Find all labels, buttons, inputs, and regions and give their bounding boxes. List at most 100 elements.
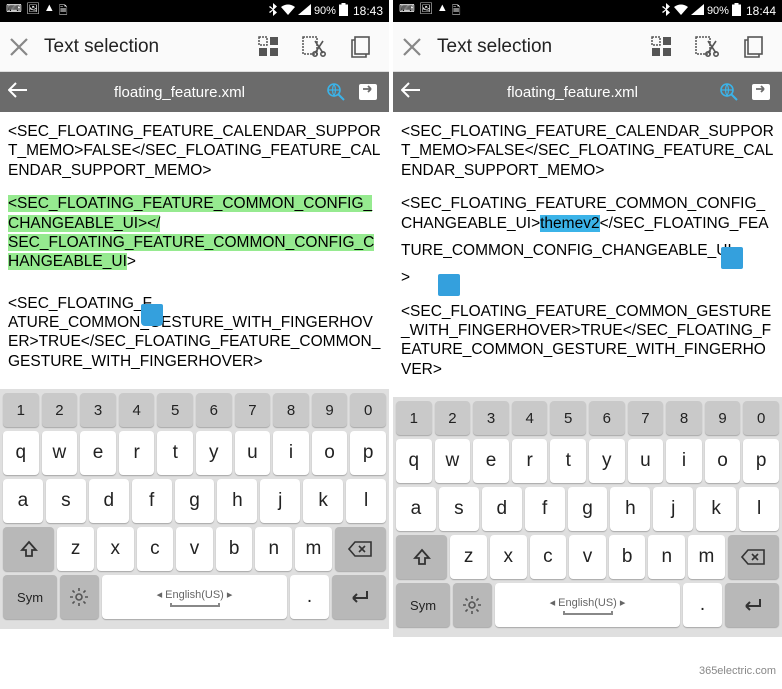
key-i[interactable]: i <box>666 439 702 483</box>
key-r[interactable]: r <box>119 431 155 475</box>
back-icon[interactable] <box>8 82 36 103</box>
cut-icon[interactable] <box>688 27 728 67</box>
editor-content[interactable]: <SEC_FLOATING_FEATURE_CALENDAR_SUPPORT_M… <box>0 112 389 389</box>
key-o[interactable]: o <box>312 431 348 475</box>
key-1[interactable]: 1 <box>396 401 432 435</box>
key-g[interactable]: g <box>175 479 215 523</box>
xml-block-3[interactable]: <SEC_FLOATING_FEATURE_COMMON_GESTURE_WIT… <box>401 302 774 380</box>
xml-block-3[interactable]: <SEC_FLOATING_FATURE_COMMON_GESTURE_WITH… <box>8 286 381 372</box>
key-7[interactable]: 7 <box>235 393 271 427</box>
key-4[interactable]: 4 <box>512 401 548 435</box>
key-s[interactable]: s <box>46 479 86 523</box>
dot-key[interactable]: . <box>683 583 722 627</box>
close-icon[interactable] <box>8 36 40 58</box>
key-z[interactable]: z <box>450 535 487 579</box>
key-4[interactable]: 4 <box>119 393 155 427</box>
key-f[interactable]: f <box>525 487 565 531</box>
enter-key[interactable] <box>725 583 779 627</box>
xml-block-1[interactable]: <SEC_FLOATING_FEATURE_CALENDAR_SUPPORT_M… <box>401 122 774 180</box>
key-1[interactable]: 1 <box>3 393 39 427</box>
key-u[interactable]: u <box>628 439 664 483</box>
xml-block-1[interactable]: <SEC_FLOATING_FEATURE_CALENDAR_SUPPORT_M… <box>8 122 381 180</box>
shift-key[interactable] <box>3 527 54 571</box>
key-h[interactable]: h <box>217 479 257 523</box>
key-i[interactable]: i <box>273 431 309 475</box>
key-u[interactable]: u <box>235 431 271 475</box>
key-d[interactable]: d <box>482 487 522 531</box>
key-6[interactable]: 6 <box>589 401 625 435</box>
key-y[interactable]: y <box>196 431 232 475</box>
key-l[interactable]: l <box>346 479 386 523</box>
key-5[interactable]: 5 <box>550 401 586 435</box>
key-p[interactable]: p <box>743 439 779 483</box>
key-2[interactable]: 2 <box>42 393 78 427</box>
key-j[interactable]: j <box>653 487 693 531</box>
xml-block-2[interactable]: <SEC_FLOATING_FEATURE_COMMON_CONFIG_CHAN… <box>8 194 381 272</box>
key-y[interactable]: y <box>589 439 625 483</box>
copy-icon[interactable] <box>734 27 774 67</box>
selection-highlight[interactable]: <SEC_FLOATING_FEATURE_COMMON_CONFIG_CHAN… <box>8 195 372 231</box>
key-v[interactable]: v <box>569 535 606 579</box>
close-icon[interactable] <box>401 36 433 58</box>
key-3[interactable]: 3 <box>80 393 116 427</box>
goto-icon[interactable] <box>748 79 774 105</box>
key-7[interactable]: 7 <box>628 401 664 435</box>
web-search-icon[interactable] <box>716 79 742 105</box>
select-all-icon[interactable] <box>249 27 289 67</box>
key-n[interactable]: n <box>255 527 292 571</box>
select-all-icon[interactable] <box>642 27 682 67</box>
space-key[interactable]: ◂ English(US) ▸ <box>102 575 288 619</box>
key-8[interactable]: 8 <box>273 393 309 427</box>
web-search-icon[interactable] <box>323 79 349 105</box>
key-z[interactable]: z <box>57 527 94 571</box>
key-m[interactable]: m <box>688 535 725 579</box>
enter-key[interactable] <box>332 575 386 619</box>
key-3[interactable]: 3 <box>473 401 509 435</box>
key-e[interactable]: e <box>473 439 509 483</box>
backspace-key[interactable] <box>335 527 386 571</box>
key-9[interactable]: 9 <box>705 401 741 435</box>
settings-key[interactable] <box>453 583 492 627</box>
cut-icon[interactable] <box>295 27 335 67</box>
key-b[interactable]: b <box>216 527 253 571</box>
key-q[interactable]: q <box>396 439 432 483</box>
space-key[interactable]: ◂ English(US) ▸ <box>495 583 681 627</box>
key-x[interactable]: x <box>97 527 134 571</box>
key-k[interactable]: k <box>303 479 343 523</box>
key-h[interactable]: h <box>610 487 650 531</box>
key-0[interactable]: 0 <box>350 393 386 427</box>
key-k[interactable]: k <box>696 487 736 531</box>
key-a[interactable]: a <box>396 487 436 531</box>
key-l[interactable]: l <box>739 487 779 531</box>
key-p[interactable]: p <box>350 431 386 475</box>
selected-text[interactable]: themev2 <box>540 215 599 232</box>
dot-key[interactable]: . <box>290 575 329 619</box>
key-9[interactable]: 9 <box>312 393 348 427</box>
key-n[interactable]: n <box>648 535 685 579</box>
key-w[interactable]: w <box>435 439 471 483</box>
xml-block-2[interactable]: <SEC_FLOATING_FEATURE_COMMON_CONFIG_CHAN… <box>401 194 774 288</box>
goto-icon[interactable] <box>355 79 381 105</box>
key-2[interactable]: 2 <box>435 401 471 435</box>
key-q[interactable]: q <box>3 431 39 475</box>
key-v[interactable]: v <box>176 527 213 571</box>
sym-key[interactable]: Sym <box>3 575 57 619</box>
key-j[interactable]: j <box>260 479 300 523</box>
sym-key[interactable]: Sym <box>396 583 450 627</box>
copy-icon[interactable] <box>341 27 381 67</box>
key-0[interactable]: 0 <box>743 401 779 435</box>
back-icon[interactable] <box>401 82 429 103</box>
key-t[interactable]: t <box>550 439 586 483</box>
key-d[interactable]: d <box>89 479 129 523</box>
key-m[interactable]: m <box>295 527 332 571</box>
key-t[interactable]: t <box>157 431 193 475</box>
key-x[interactable]: x <box>490 535 527 579</box>
key-g[interactable]: g <box>568 487 608 531</box>
key-6[interactable]: 6 <box>196 393 232 427</box>
key-o[interactable]: o <box>705 439 741 483</box>
key-a[interactable]: a <box>3 479 43 523</box>
key-e[interactable]: e <box>80 431 116 475</box>
key-s[interactable]: s <box>439 487 479 531</box>
shift-key[interactable] <box>396 535 447 579</box>
key-c[interactable]: c <box>137 527 174 571</box>
